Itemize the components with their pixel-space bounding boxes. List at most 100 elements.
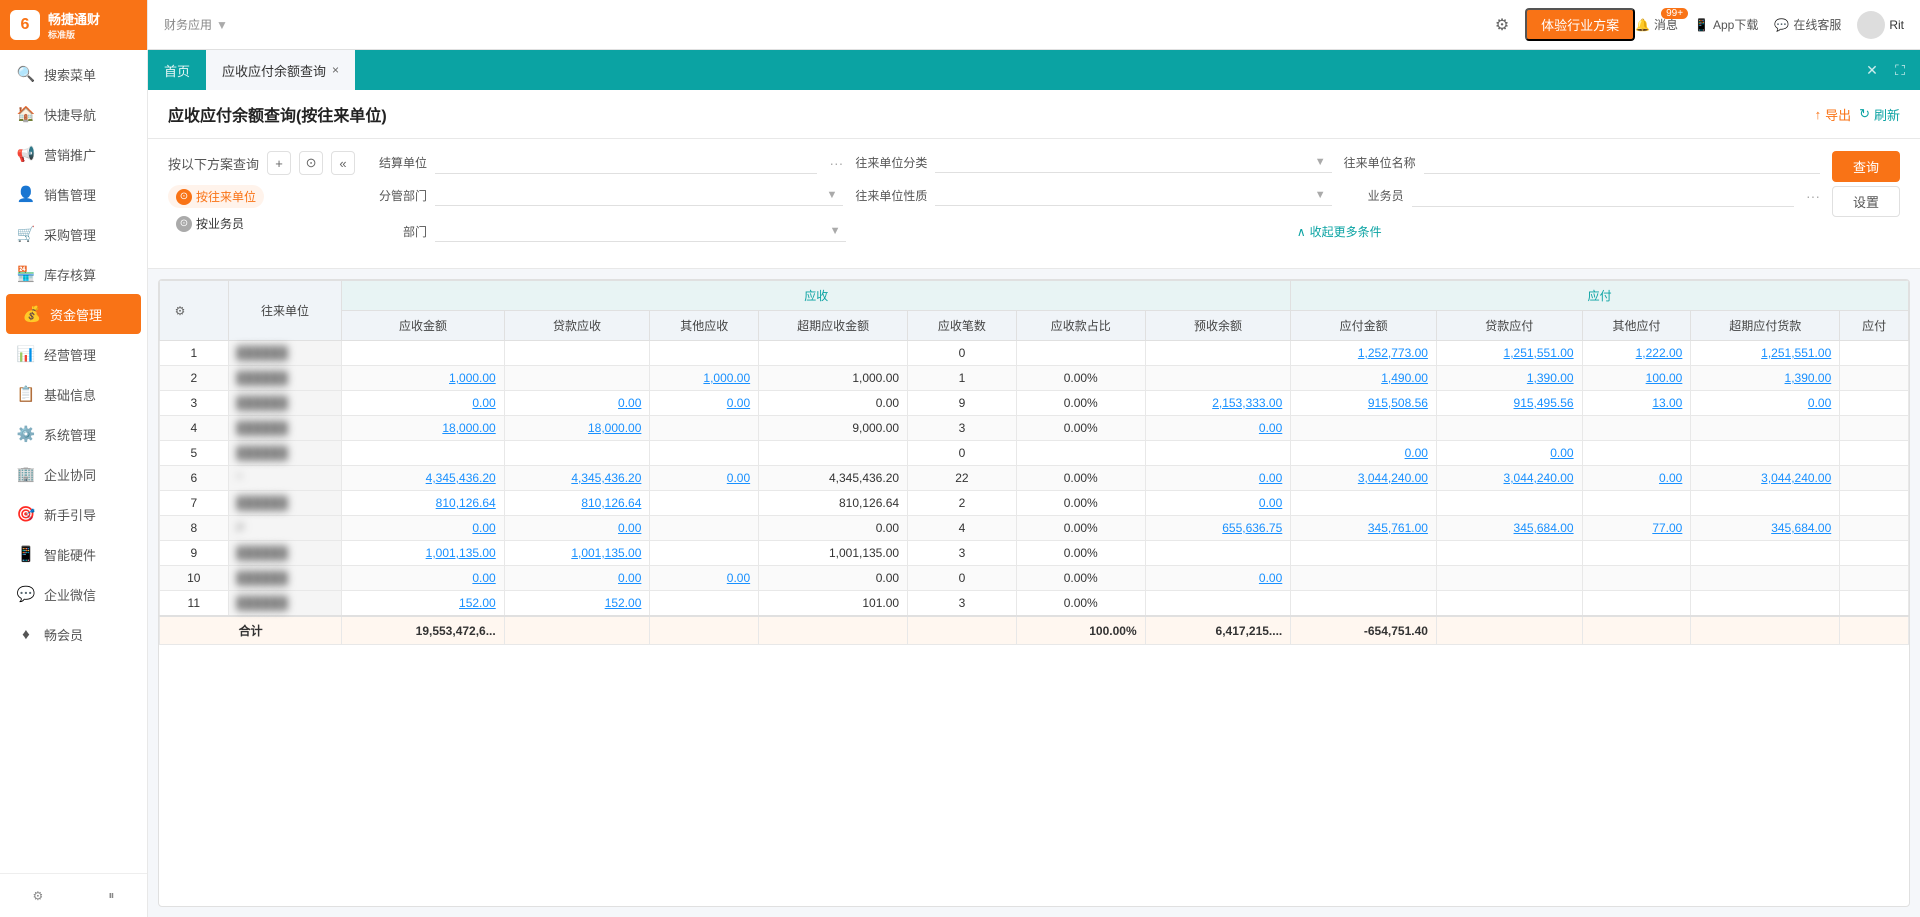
table-row: 2██████1,000.001,000.001,000.0010.00%1,4… — [160, 366, 1909, 391]
collapse-more-btn[interactable]: ∧ 收起更多条件 — [1291, 217, 1388, 246]
sidebar-label-member: 畅会员 — [44, 625, 83, 644]
page-header: 应收应付余额查询(按往来单位) ↑ 导出 ↻ 刷新 — [148, 90, 1920, 139]
table-row: 11██████152.00152.00101.0030.00% — [160, 591, 1909, 617]
table-settings-header: ⚙ — [160, 281, 229, 341]
app-download-btn[interactable]: 📱 App下载 — [1694, 16, 1758, 33]
search-row-3: 部门 ▼ ∧ 收起更多条件 — [367, 217, 1820, 246]
header-ap-overdue: 超期应付货款 — [1691, 311, 1840, 341]
breadcrumb: 财务应用 ▼ — [164, 16, 1487, 33]
tab-home[interactable]: 首页 — [148, 50, 206, 90]
sidebar-item-marketing[interactable]: 📢 营销推广 — [0, 134, 147, 174]
inventory-icon: 🏪 — [16, 264, 36, 284]
query-button[interactable]: 查询 — [1832, 151, 1900, 182]
sidebar-label-inventory: 库存核算 — [44, 265, 96, 284]
chevron-down-icon-4: ▼ — [830, 225, 841, 237]
table-container: ⚙ 往来单位 应收 应付 应收金额 贷款应收 其他应收 超期应收金额 应收笔数 … — [158, 279, 1910, 907]
select-dept[interactable]: ▼ — [435, 221, 846, 242]
refresh-icon: ↻ — [1859, 106, 1870, 122]
tab-close-btn[interactable]: × — [332, 63, 339, 77]
header-payable-group: 应付 — [1291, 281, 1909, 311]
sidebar-settings-btn[interactable]: ⚙ — [25, 883, 52, 909]
member-icon: ♦ — [16, 624, 36, 644]
scheme-partner-label: 按往来单位 — [196, 188, 256, 205]
sidebar-item-system[interactable]: ⚙️ 系统管理 — [0, 414, 147, 454]
select-partner-category[interactable]: ▼ — [935, 152, 1331, 173]
header-ap-loan: 贷款应付 — [1436, 311, 1582, 341]
header-ar-count: 应收笔数 — [908, 311, 1017, 341]
customer-service-btn[interactable]: 💬 在线客服 — [1774, 16, 1841, 33]
user-menu[interactable]: Rit — [1857, 11, 1904, 39]
sidebar-item-sales[interactable]: 👤 销售管理 — [0, 174, 147, 214]
hardware-icon: 📱 — [16, 544, 36, 564]
input-partner-name[interactable] — [1424, 151, 1820, 174]
sidebar-item-basic[interactable]: 📋 基础信息 — [0, 374, 147, 414]
search-area: 按以下方案查询 + ⊙ « ⊙ 按往来单位 ⊙ 按 — [148, 139, 1920, 269]
header-ap-etc: 应付 — [1840, 311, 1909, 341]
right-btns: 查询 设置 — [1832, 151, 1900, 217]
sidebar-label-system: 系统管理 — [44, 425, 96, 444]
refresh-btn[interactable]: ↻ 刷新 — [1859, 105, 1900, 124]
scheme-employee-label: 按业务员 — [196, 215, 244, 232]
sidebar-item-finance[interactable]: 💰 资金管理 — [6, 294, 141, 334]
content-area: 应收应付余额查询(按往来单位) ↑ 导出 ↻ 刷新 按以下方案查询 + — [148, 90, 1920, 917]
search-scheme-list: ⊙ 按往来单位 — [168, 185, 355, 208]
logo-letter: 6 — [21, 16, 30, 34]
sidebar-item-hardware[interactable]: 📱 智能硬件 — [0, 534, 147, 574]
add-scheme-btn[interactable]: + — [267, 151, 291, 175]
label-employee: 业务员 — [1344, 187, 1404, 204]
sidebar-item-member[interactable]: ♦ 畅会员 — [0, 614, 147, 654]
sidebar-item-search[interactable]: 🔍 搜索菜单 — [0, 54, 147, 94]
bell-icon: 🔔 — [1635, 18, 1650, 32]
refresh-label: 刷新 — [1874, 105, 1900, 124]
table-gear-btn[interactable]: ⚙ — [168, 299, 192, 323]
chevron-down-icon-2: ▼ — [826, 189, 837, 201]
scheme-partner-icon: ⊙ — [176, 189, 192, 205]
table-row: 8P0.000.000.0040.00%655,636.75345,761.00… — [160, 516, 1909, 541]
sidebar-item-enterprise[interactable]: 🏢 企业协同 — [0, 454, 147, 494]
sidebar-item-purchase[interactable]: 🛒 采购管理 — [0, 214, 147, 254]
user-avatar — [1857, 11, 1885, 39]
sidebar-item-guide[interactable]: 🎯 新手引导 — [0, 494, 147, 534]
label-settlement-unit: 结算单位 — [367, 154, 427, 171]
close-window-btn[interactable]: ✕ — [1860, 58, 1884, 82]
table-footer-row: 合计19,553,472,6...100.00%6,417,215....-65… — [160, 616, 1909, 645]
field-partner-nature: 往来单位性质 ▼ — [855, 185, 1331, 206]
table-row: 5██████00.000.00 — [160, 441, 1909, 466]
scheme-employee-icon: ⊙ — [176, 216, 192, 232]
header-prepaid: 预收余额 — [1145, 311, 1291, 341]
sidebar-label-sales: 销售管理 — [44, 185, 96, 204]
promo-button[interactable]: 体验行业方案 — [1525, 8, 1635, 41]
set-button[interactable]: 设置 — [1832, 186, 1900, 217]
sidebar-item-inventory[interactable]: 🏪 库存核算 — [0, 254, 147, 294]
input-settlement-unit[interactable] — [435, 151, 817, 174]
field-settlement-unit: 结算单位 ··· — [367, 151, 843, 174]
header-ar-amount: 应收金额 — [342, 311, 504, 341]
notice-btn[interactable]: 🔔 消息 99+ — [1635, 16, 1678, 33]
scheme-by-employee[interactable]: ⊙ 按业务员 — [168, 212, 252, 235]
expand-window-btn[interactable]: ⛶ — [1888, 58, 1912, 82]
export-btn[interactable]: ↑ 导出 — [1815, 105, 1852, 124]
collapse-more-label: 收起更多条件 — [1310, 223, 1382, 240]
notice-badge: 99+ — [1661, 8, 1688, 19]
sidebar-label-purchase: 采购管理 — [44, 225, 96, 244]
header-receivable-group: 应收 — [342, 281, 1291, 311]
scheme-by-partner[interactable]: ⊙ 按往来单位 — [168, 185, 264, 208]
tab-arbalance[interactable]: 应收应付余额查询 × — [206, 50, 355, 90]
field-dept: 部门 ▼ — [367, 221, 846, 242]
sidebar-item-operation[interactable]: 📊 经营管理 — [0, 334, 147, 374]
select-partner-nature[interactable]: ▼ — [935, 185, 1331, 206]
topbar-gear-btn[interactable]: ⚙ — [1487, 10, 1517, 40]
sidebar-item-wechat[interactable]: 💬 企业微信 — [0, 574, 147, 614]
breadcrumb-text: 财务应用 — [164, 16, 212, 33]
main-area: 财务应用 ▼ ⚙ 体验行业方案 🔔 消息 99+ 📱 App下载 💬 在线客服 … — [148, 0, 1920, 917]
settlement-unit-dots[interactable]: ··· — [829, 155, 843, 171]
header-partner: 往来单位 — [228, 281, 342, 341]
sidebar-collapse-btn[interactable]: ⏸ — [100, 882, 122, 909]
search-icon: 🔍 — [16, 64, 36, 84]
input-employee[interactable] — [1412, 184, 1794, 207]
collapse-scheme-btn[interactable]: « — [331, 151, 355, 175]
settings-scheme-btn[interactable]: ⊙ — [299, 151, 323, 175]
sidebar-item-shortcut[interactable]: 🏠 快捷导航 — [0, 94, 147, 134]
employee-dots[interactable]: ··· — [1806, 188, 1820, 204]
select-dept-manage[interactable]: ▼ — [435, 185, 843, 206]
